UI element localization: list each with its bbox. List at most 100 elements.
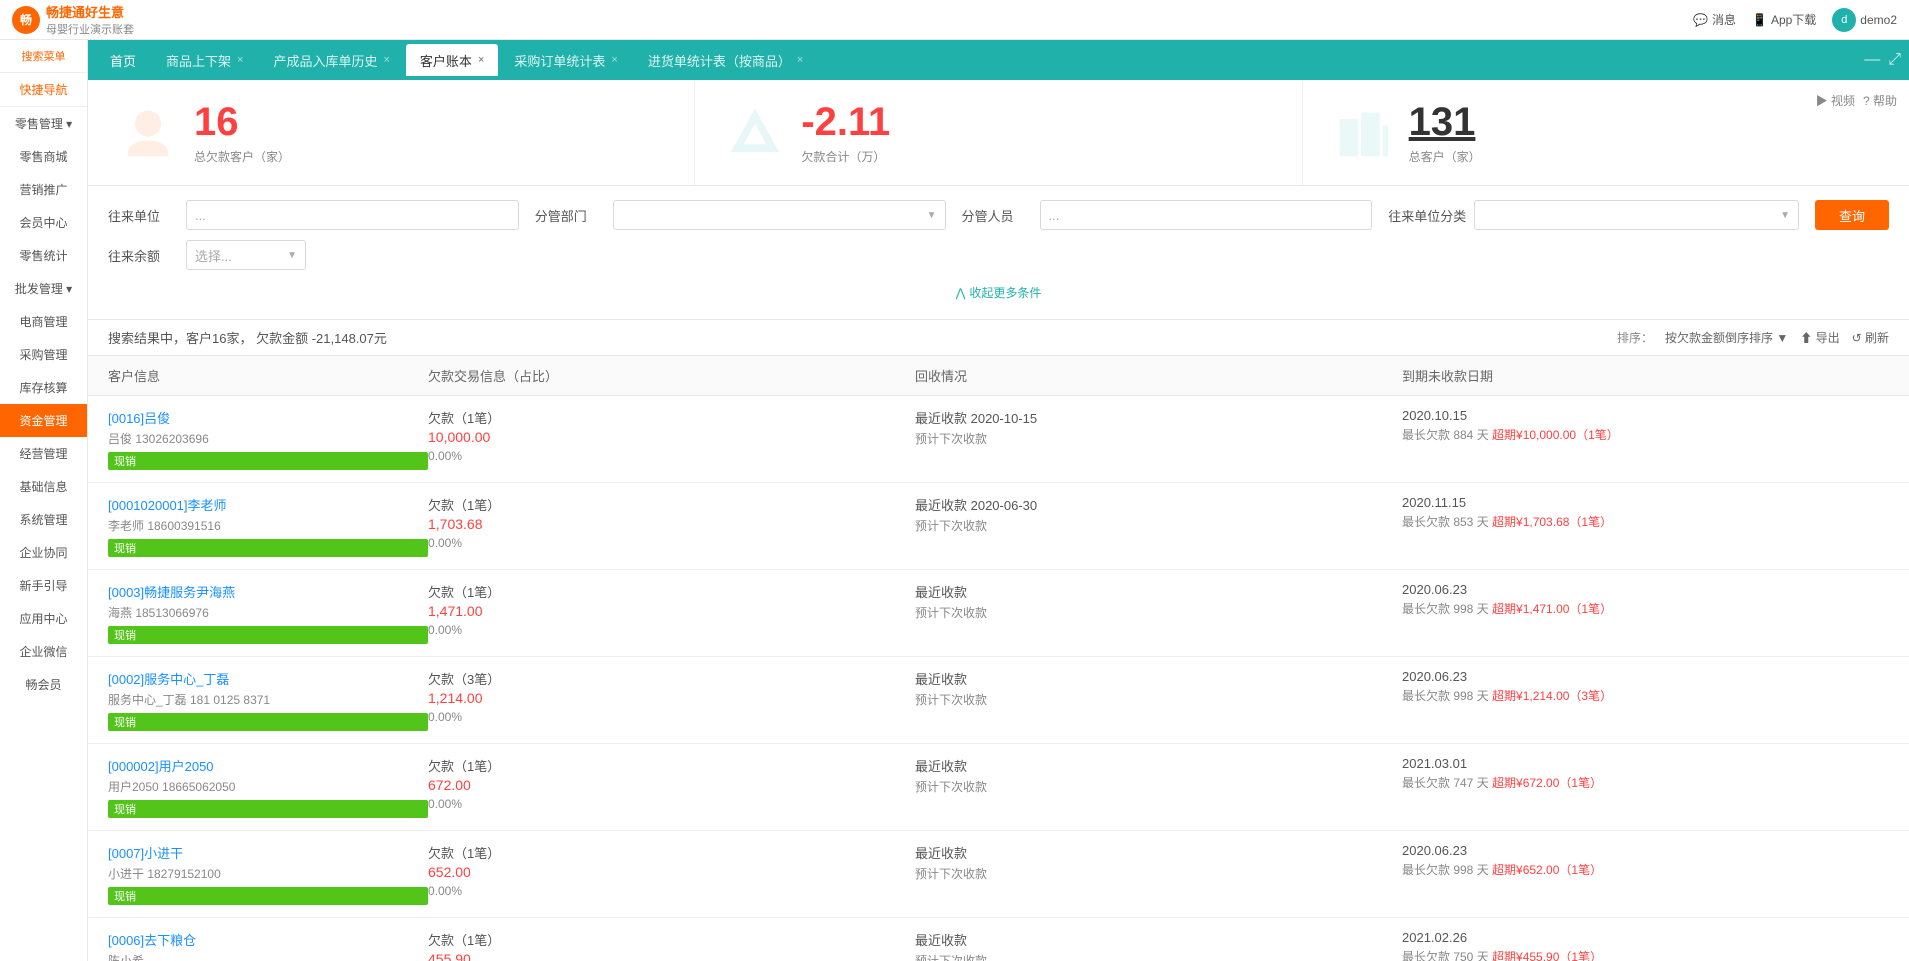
sidebar-item-retail-stats[interactable]: 零售统计 <box>0 239 87 272</box>
collapse-btn[interactable]: ⋀ 收起更多条件 <box>108 280 1889 305</box>
overdue-link-2[interactable]: 超期¥1,471.00（1笔） <box>1492 602 1612 616</box>
person-label: 分管人员 <box>962 206 1032 225</box>
top-bar-left: 畅 畅捷通好生意 母婴行业演示账套 <box>12 2 134 37</box>
source-unit-input[interactable]: ... <box>186 200 519 230</box>
tab-product-history[interactable]: 产成品入库单历史 × <box>259 44 403 76</box>
video-link[interactable]: ▶ 视频 <box>1816 92 1855 109</box>
sidebar-item-finance-mgmt[interactable]: 资金管理 <box>0 404 87 437</box>
refresh-btn[interactable]: ↺ 刷新 <box>1852 329 1889 346</box>
debtors-label: 总欠款客户（家） <box>194 148 290 165</box>
debt-amount-4[interactable]: 672.00 <box>428 777 915 793</box>
debt-total-icon <box>725 103 785 163</box>
tab-close-purchase-order[interactable]: × <box>611 54 617 66</box>
tab-maximize-btn[interactable]: ⤢ <box>1888 51 1901 69</box>
tab-purchase-order[interactable]: 采购订单统计表 × <box>500 44 631 76</box>
sidebar-item-member[interactable]: 畅会员 <box>0 668 87 701</box>
customer-phone-0: 吕俊 13026203696 <box>108 430 428 447</box>
tab-close-inventory-stats[interactable]: × <box>797 54 803 66</box>
filter-area: 往来单位 ... 分管部门 ▼ <box>88 186 1909 320</box>
result-bar: 搜索结果中，客户16家， 欠款金额 -21,148.07元 排序： 按欠款金额倒… <box>88 320 1909 356</box>
sidebar-item-retail-store[interactable]: 零售商城 <box>0 140 87 173</box>
sort-select[interactable]: 按欠款金额倒序排序 ▼ <box>1665 329 1788 346</box>
customer-name-4[interactable]: [000002]用户2050 <box>108 756 428 775</box>
tab-close-customer-account[interactable]: × <box>478 54 484 66</box>
app-download-btn[interactable]: 📱 App下载 <box>1752 11 1816 28</box>
sidebar-item-quick-nav[interactable]: 快捷导航 <box>0 73 87 107</box>
sidebar-item-ops-mgmt[interactable]: 经营管理 <box>0 437 87 470</box>
sidebar-item-basic-info[interactable]: 基础信息 <box>0 470 87 503</box>
overdue-link-4[interactable]: 超期¥672.00（1笔） <box>1492 776 1602 790</box>
tab-close-product-off[interactable]: × <box>237 54 243 66</box>
customer-phone-5: 小进干 18279152100 <box>108 865 428 882</box>
dept-arrow: ▼ <box>927 210 937 221</box>
table-row: [0016]吕俊 吕俊 13026203696 现销 欠款（1笔） 10,000… <box>88 396 1909 483</box>
next-repay-0: 预计下次收款 <box>915 430 1402 447</box>
sidebar-item-new-guide[interactable]: 新手引导 <box>0 569 87 602</box>
unit-type-arrow: ▼ <box>1780 210 1790 221</box>
sidebar-item-retail-mgmt[interactable]: 零售管理 ▾ <box>0 107 87 140</box>
due-info-1: 2020.11.15 最长欠款 853 天 超期¥1,703.68（1笔） <box>1402 495 1889 530</box>
sidebar-item-system-mgmt[interactable]: 系统管理 <box>0 503 87 536</box>
debt-amount-6[interactable]: 455.90 <box>428 951 915 961</box>
last-repay-5: 最近收款 <box>915 843 1402 862</box>
sidebar-item-marketing[interactable]: 营销推广 <box>0 173 87 206</box>
unit-type-select[interactable]: ▼ <box>1474 200 1799 230</box>
dept-select[interactable]: ▼ <box>613 200 946 230</box>
customer-tag-1: 现销 <box>108 539 428 557</box>
customer-name-0[interactable]: [0016]吕俊 <box>108 408 428 427</box>
sidebar-item-batch-mgmt[interactable]: 批发管理 ▾ <box>0 272 87 305</box>
sidebar-item-member-center[interactable]: 会员中心 <box>0 206 87 239</box>
tab-home[interactable]: 首页 <box>96 44 150 76</box>
sidebar-item-purchase-mgmt[interactable]: 采购管理 <box>0 338 87 371</box>
sidebar-item-stock-check[interactable]: 库存核算 <box>0 371 87 404</box>
debtors-value: 16 <box>194 100 290 144</box>
overdue-link-1[interactable]: 超期¥1,703.68（1笔） <box>1492 515 1612 529</box>
balance-select[interactable]: 选择... ▼ <box>186 240 306 270</box>
overdue-link-6[interactable]: 超期¥455.90（1笔） <box>1492 950 1602 961</box>
col-debt-info: 欠款交易信息（占比） <box>428 366 915 385</box>
total-value: 131 <box>1409 100 1481 144</box>
tab-close-product-history[interactable]: × <box>383 54 389 66</box>
customer-name-5[interactable]: [0007]小进干 <box>108 843 428 862</box>
tab-minimize-btn[interactable]: — <box>1864 51 1880 69</box>
customer-name-3[interactable]: [0002]服务中心_丁磊 <box>108 669 428 688</box>
customer-name-6[interactable]: [0006]去下粮仓 <box>108 930 428 949</box>
sidebar-item-ecommerce[interactable]: 电商管理 <box>0 305 87 338</box>
result-debt: 欠款金额 -21,148.07元 <box>256 331 387 346</box>
overdue-link-3[interactable]: 超期¥1,214.00（3笔） <box>1492 689 1612 703</box>
repay-info-3: 最近收款 预计下次收款 <box>915 669 1402 708</box>
query-button[interactable]: 查询 <box>1815 200 1889 230</box>
user-avatar[interactable]: d demo2 <box>1832 8 1897 32</box>
customer-name-2[interactable]: [0003]畅捷服务尹海燕 <box>108 582 428 601</box>
customer-tag-2: 现销 <box>108 626 428 644</box>
tab-product-off[interactable]: 商品上下架 × <box>152 44 257 76</box>
collapse-icon: ⋀ <box>956 286 966 300</box>
app-container: 畅 畅捷通好生意 母婴行业演示账套 💬 消息 📱 App下载 d demo2 <box>0 0 1909 961</box>
debt-info-1: 欠款（1笔） 1,703.68 0.00% <box>428 495 915 550</box>
person-input[interactable]: ... <box>1040 200 1373 230</box>
debt-amount-3[interactable]: 1,214.00 <box>428 690 915 706</box>
due-days-4: 最长欠款 747 天 超期¥672.00（1笔） <box>1402 774 1889 791</box>
due-date-5: 2020.06.23 <box>1402 843 1889 858</box>
sidebar-item-enterprise-collab[interactable]: 企业协同 <box>0 536 87 569</box>
stat-info-debt-total: -2.11 欠款合计（万） <box>801 100 890 165</box>
sidebar-item-enterprise-wechat[interactable]: 企业微信 <box>0 635 87 668</box>
debt-count-0: 欠款（1笔） <box>428 408 915 427</box>
tab-customer-account[interactable]: 客户账本 × <box>406 44 498 76</box>
debt-amount-0[interactable]: 10,000.00 <box>428 429 915 445</box>
debt-percent-1: 0.00% <box>428 536 915 550</box>
customer-name-1[interactable]: [0001020001]李老师 <box>108 495 428 514</box>
overdue-link-5[interactable]: 超期¥652.00（1笔） <box>1492 863 1602 877</box>
debt-amount-1[interactable]: 1,703.68 <box>428 516 915 532</box>
avatar-icon: d <box>1832 8 1856 32</box>
export-btn[interactable]: ⬆ 导出 <box>1800 329 1839 346</box>
tab-inventory-stats[interactable]: 进货单统计表（按商品） × <box>634 44 817 76</box>
help-link[interactable]: ? 帮助 <box>1863 92 1897 109</box>
message-btn[interactable]: 💬 消息 <box>1693 11 1736 28</box>
overdue-link-0[interactable]: 超期¥10,000.00（1笔） <box>1492 428 1619 442</box>
debt-total-label: 欠款合计（万） <box>801 148 890 165</box>
debt-amount-2[interactable]: 1,471.00 <box>428 603 915 619</box>
debt-amount-5[interactable]: 652.00 <box>428 864 915 880</box>
sidebar-item-app-center[interactable]: 应用中心 <box>0 602 87 635</box>
sidebar-search[interactable]: 搜索菜单 <box>0 40 87 73</box>
